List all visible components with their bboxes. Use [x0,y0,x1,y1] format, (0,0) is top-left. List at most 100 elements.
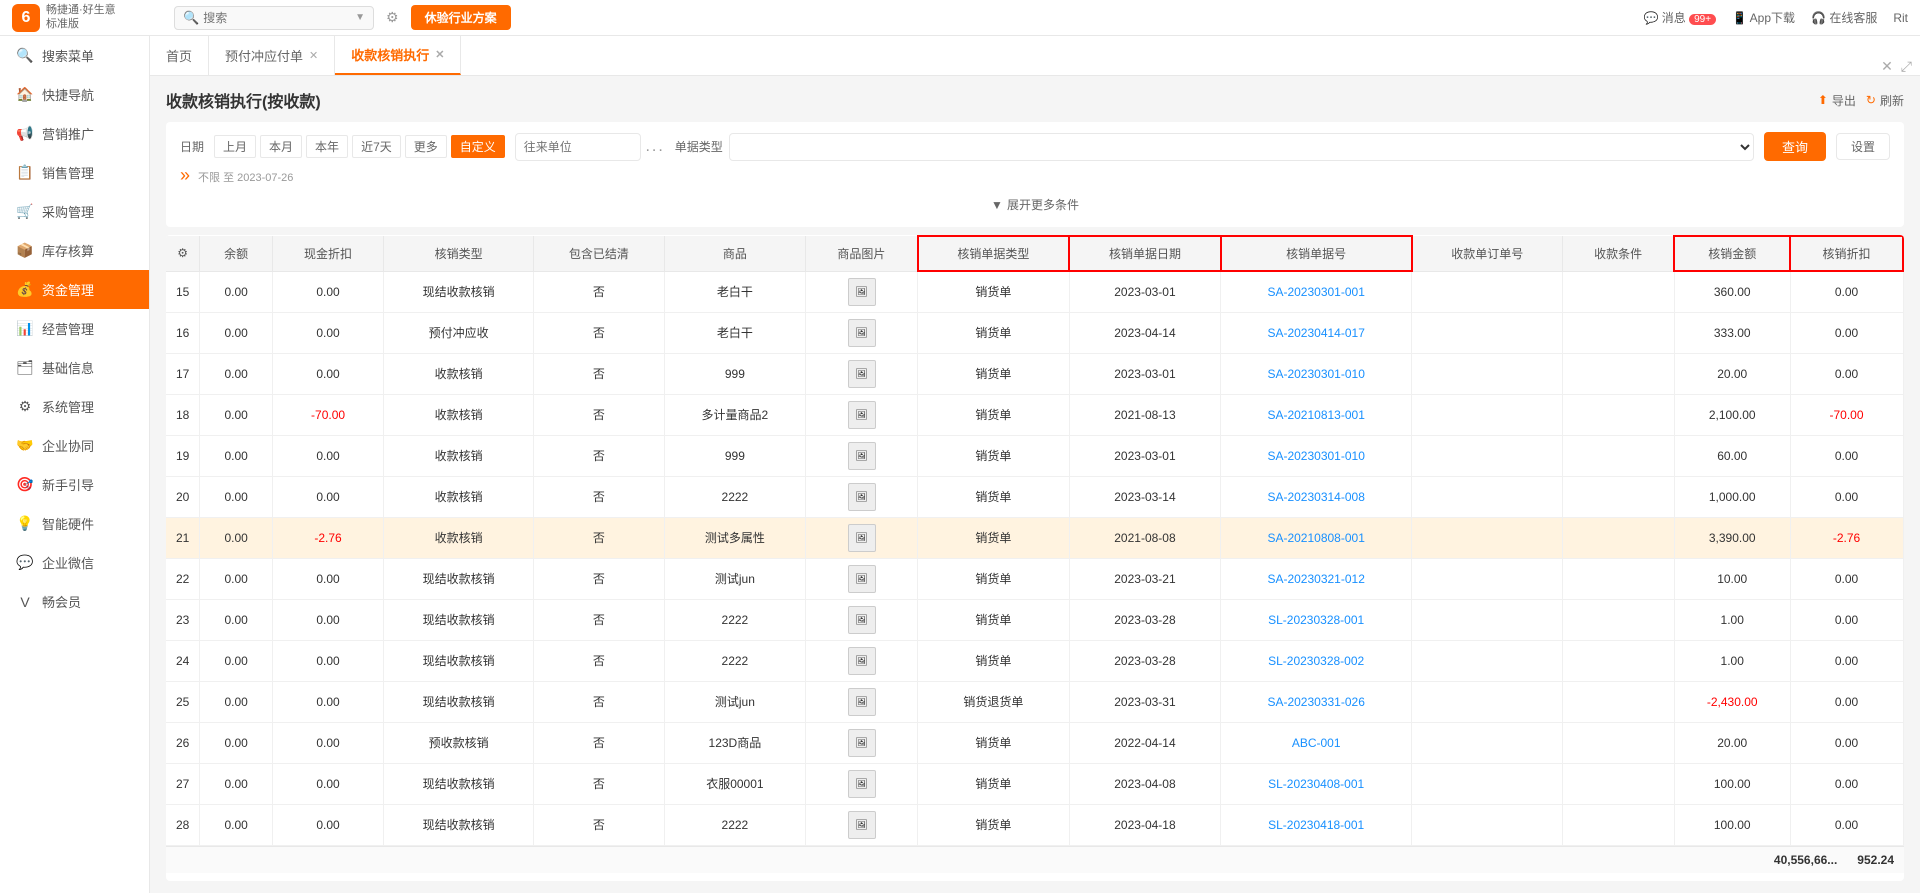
cell-product: 测试jun [664,558,805,599]
sidebar-item-operations[interactable]: 📊经营管理 [0,309,149,348]
gear-icon[interactable]: ⚙ [386,9,399,26]
settings-button[interactable]: 设置 [1836,133,1890,160]
unit-input[interactable] [515,133,642,161]
voucher-type-select[interactable] [729,133,1754,161]
date-btn-custom[interactable]: 自定义 [451,135,505,158]
date-btn-lastmonth[interactable]: 上月 [214,135,256,158]
cell-payment-term [1562,722,1674,763]
industry-solution-button[interactable]: 休验行业方案 [411,5,511,30]
cell-voucher-no[interactable]: SL-20230408-001 [1221,763,1412,804]
cell-voucher-no[interactable]: ABC-001 [1221,722,1412,763]
cell-cash-discount: 0.00 [272,312,383,353]
date-btn-thismonth[interactable]: 本月 [260,135,302,158]
col-product: 商品 [664,236,805,271]
cell-voucher-no[interactable]: SA-20230301-001 [1221,271,1412,312]
sidebar-item-enterprise[interactable]: 🤝企业协同 [0,426,149,465]
col-voucher-no: 核销单据号 [1221,236,1412,271]
voucher-link[interactable]: ABC-001 [1292,736,1341,750]
cell-balance: 0.00 [200,353,273,394]
sidebar-item-system[interactable]: ⚙系统管理 [0,387,149,426]
cell-amount: 1.00 [1674,640,1790,681]
cell-balance: 0.00 [200,722,273,763]
tab-writeoff[interactable]: 收款核销执行 ✕ [335,36,461,75]
sidebar-item-hardware[interactable]: 💡智能硬件 [0,504,149,543]
cell-cash-discount: 0.00 [272,271,383,312]
expand-more-btn[interactable]: ▼ 展开更多条件 [180,192,1890,217]
cell-voucher-no[interactable]: SA-20210808-001 [1221,517,1412,558]
date-btn-thisyear[interactable]: 本年 [306,135,348,158]
voucher-link[interactable]: SL-20230328-002 [1268,654,1364,668]
voucher-link[interactable]: SA-20230321-012 [1267,572,1364,586]
cell-amount: 100.00 [1674,804,1790,845]
sidebar-item-marketing[interactable]: 📢营销推广 [0,114,149,153]
cell-voucher-no[interactable]: SA-20230414-017 [1221,312,1412,353]
col-settings[interactable]: ⚙ [166,236,200,271]
cell-img: 🖼 [806,763,918,804]
cell-discount: 0.00 [1790,435,1903,476]
voucher-link[interactable]: SA-20210808-001 [1267,531,1364,545]
app-download-link[interactable]: 📱 App下载 [1732,9,1795,26]
cell-order-no [1412,271,1563,312]
cell-amount: 1.00 [1674,599,1790,640]
sidebar-item-inventory[interactable]: 📦库存核算 [0,231,149,270]
cell-voucher-date: 2023-03-14 [1069,476,1221,517]
window-expand-icon[interactable]: ⤢ [1901,58,1912,75]
sidebar-item-basic-info[interactable]: 🗂基础信息 [0,348,149,387]
window-close-icon[interactable]: ✕ [1881,58,1893,75]
tab-writeoff-close[interactable]: ✕ [435,48,444,61]
purchase-icon: 🛒 [16,203,34,220]
cell-voucher-no[interactable]: SA-20230301-010 [1221,435,1412,476]
sidebar-item-quicknav[interactable]: 🏠快捷导航 [0,75,149,114]
search-input[interactable] [203,11,351,25]
sidebar-item-search[interactable]: 🔍搜索菜单 [0,36,149,75]
cell-voucher-no[interactable]: SL-20230328-002 [1221,640,1412,681]
cell-voucher-date: 2023-04-18 [1069,804,1221,845]
cell-voucher-no[interactable]: SA-20230314-008 [1221,476,1412,517]
query-button[interactable]: 查询 [1764,132,1826,161]
cell-voucher-no[interactable]: SL-20230328-001 [1221,599,1412,640]
sidebar-item-sales[interactable]: 📋销售管理 [0,153,149,192]
sidebar-item-member[interactable]: V畅会员 [0,582,149,621]
voucher-link[interactable]: SA-20230301-010 [1267,449,1364,463]
table-row: 25 0.00 0.00 现结收款核销 否 测试jun 🖼 销货退货单 2023… [166,681,1903,722]
voucher-link[interactable]: SL-20230408-001 [1268,777,1364,791]
voucher-link[interactable]: SA-20210813-001 [1267,408,1364,422]
online-service-link[interactable]: 🎧 在线客服 [1811,9,1877,26]
cell-discount: -70.00 [1790,394,1903,435]
voucher-link[interactable]: SA-20230414-017 [1267,326,1364,340]
voucher-link[interactable]: SA-20230301-001 [1267,285,1364,299]
top-search-bar[interactable]: 🔍 ▼ [174,6,374,30]
tab-home[interactable]: 首页 [150,36,209,75]
voucher-link[interactable]: SL-20230328-001 [1268,613,1364,627]
cell-voucher-no[interactable]: SA-20210813-001 [1221,394,1412,435]
unit-dots: ... [645,138,664,156]
cell-voucher-no[interactable]: SA-20230301-010 [1221,353,1412,394]
cell-voucher-no[interactable]: SA-20230331-026 [1221,681,1412,722]
expand-more-label[interactable]: ▼ 展开更多条件 [180,192,1890,217]
cell-id: 26 [166,722,200,763]
voucher-link[interactable]: SA-20230331-026 [1267,695,1364,709]
voucher-link[interactable]: SA-20230301-010 [1267,367,1364,381]
cell-voucher-type: 销货单 [918,763,1070,804]
sidebar-item-purchase[interactable]: 🛒采购管理 [0,192,149,231]
filter-row: 日期 上月 本月 本年 近7天 更多 自定义 ... [180,132,1890,161]
tab-prepay[interactable]: 预付冲应付单 ✕ [209,36,335,75]
sidebar-item-guide[interactable]: 🎯新手引导 [0,465,149,504]
filter-expand-arrow[interactable]: » [180,165,190,186]
cell-id: 22 [166,558,200,599]
date-btn-more[interactable]: 更多 [405,135,447,158]
cell-voucher-no[interactable]: SA-20230321-012 [1221,558,1412,599]
voucher-link[interactable]: SA-20230314-008 [1267,490,1364,504]
refresh-button[interactable]: ↻刷新 [1866,92,1904,109]
sidebar-item-finance[interactable]: 💰资金管理 [0,270,149,309]
voucher-link[interactable]: SL-20230418-001 [1268,818,1364,832]
cell-voucher-no[interactable]: SL-20230418-001 [1221,804,1412,845]
cell-id: 21 [166,517,200,558]
cell-id: 17 [166,353,200,394]
tab-prepay-close[interactable]: ✕ [309,49,318,62]
message-icon-area[interactable]: 💬 消息 99+ [1643,9,1716,26]
export-button[interactable]: ⬆导出 [1818,92,1856,109]
date-btn-7days[interactable]: 近7天 [352,135,401,158]
cell-included: 否 [534,599,665,640]
sidebar-item-wechat[interactable]: 💬企业微信 [0,543,149,582]
